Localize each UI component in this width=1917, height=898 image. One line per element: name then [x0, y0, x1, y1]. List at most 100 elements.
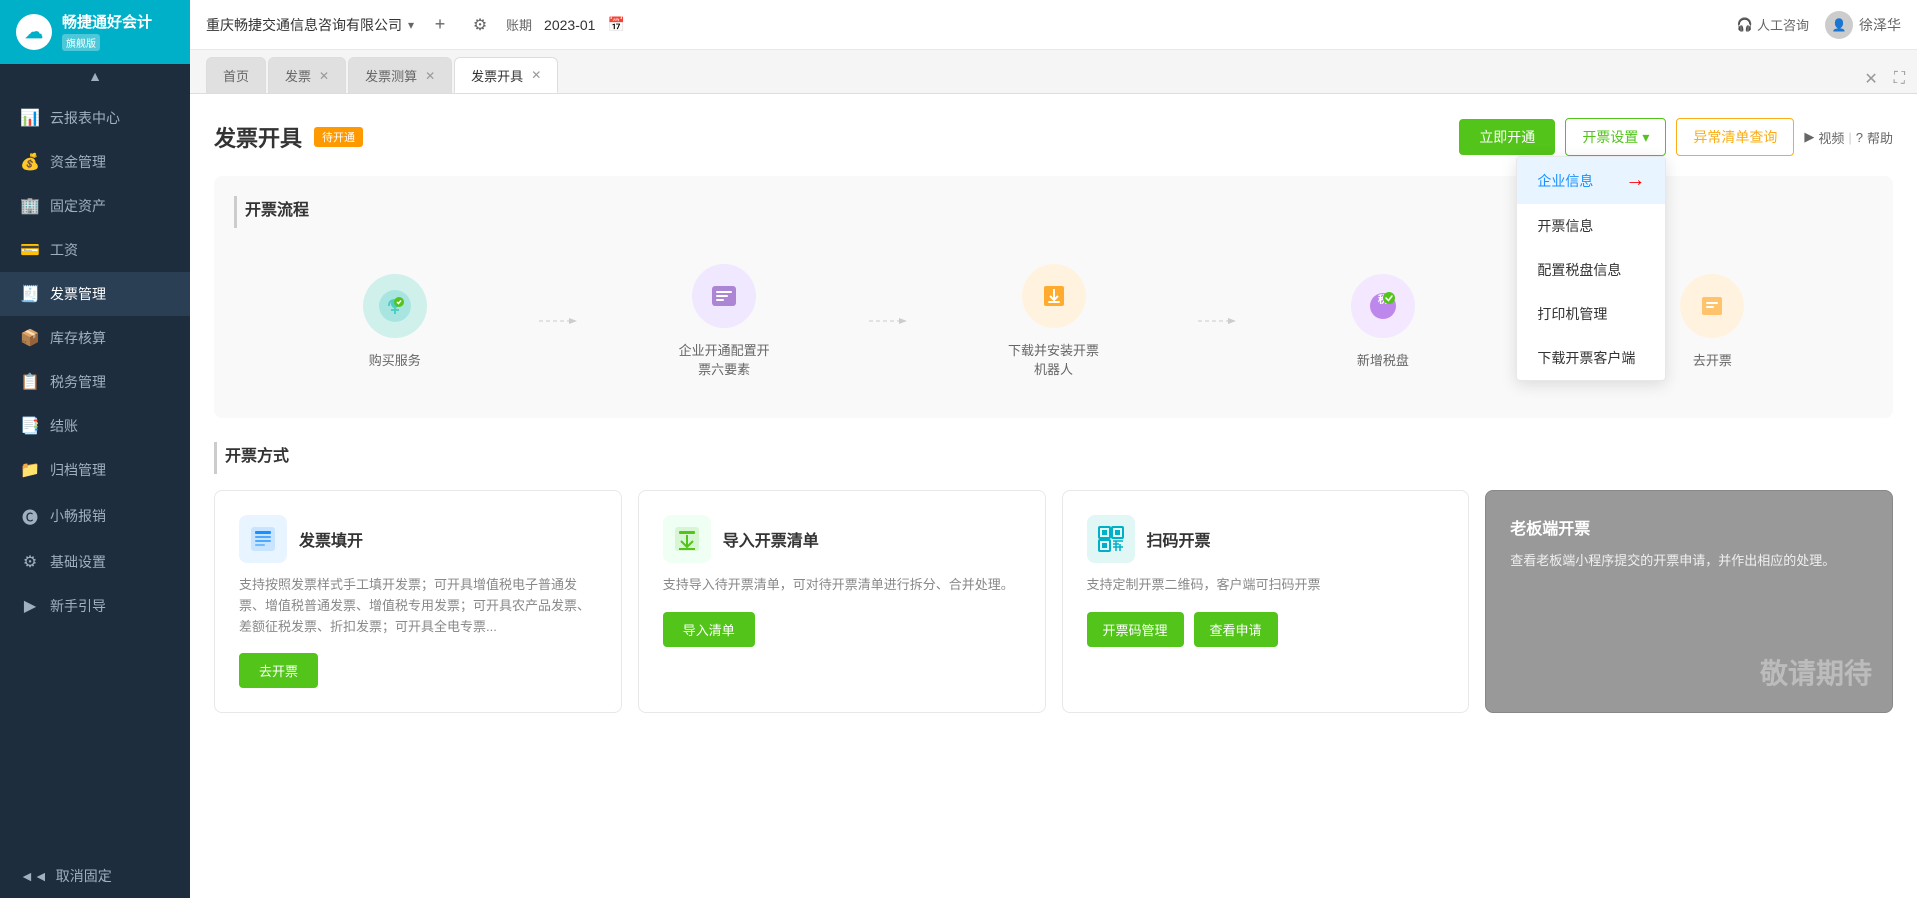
guidang-icon: 📁 [20, 460, 40, 480]
chevron-down-icon: ▾ [1642, 129, 1649, 146]
topbar-settings-button[interactable]: ⚙ [466, 11, 494, 39]
view-apply-button[interactable]: 查看申请 [1194, 612, 1278, 647]
tab-fapiao-cesuan-close[interactable]: ✕ [425, 69, 435, 83]
settings-button[interactable]: 开票设置 ▾ [1565, 118, 1666, 156]
sidebar-nav: 📊 云报表中心 💰 资金管理 🏢 固定资产 💳 工资 🧾 发票管理 📦 [0, 88, 190, 854]
fill-invoice-title: 发票填开 [299, 527, 363, 551]
method-fill-header: 发票填开 [239, 515, 597, 563]
sidebar-item-label: 发票管理 [50, 284, 106, 304]
activate-button[interactable]: 立即开通 [1459, 119, 1555, 155]
method-card-fill: 发票填开 支持按照发票样式手工填开发票；可开具增值税电子普通发票、增值税普通发票… [214, 490, 622, 713]
dropdown-printer-label: 打印机管理 [1537, 306, 1607, 322]
company-selector[interactable]: 重庆畅捷交通信息咨询有限公司 ▾ [206, 15, 414, 35]
process-step-addtax: 税 新增税盘 [1242, 274, 1523, 369]
scan-invoice-title: 扫码开票 [1147, 527, 1211, 551]
dropdown-item-company-info[interactable]: 企业信息 → [1517, 157, 1665, 204]
maximize-button[interactable]: ⛶ [1890, 66, 1909, 92]
sidebar-item-label: 新手引导 [50, 596, 106, 616]
config-label: 企业开通配置开票六要素 [674, 340, 774, 378]
method-boss-header: 老板端开票 [1510, 515, 1868, 539]
tab-fapiao-cesuan-label: 发票测算 [365, 66, 417, 85]
process-step-download: 下载并安装开票机器人 [913, 264, 1194, 378]
dropdown-item-tax-config[interactable]: 配置税盘信息 [1517, 248, 1665, 292]
config-icon [692, 264, 756, 328]
import-invoice-title: 导入开票清单 [723, 527, 819, 551]
methods-section: 开票方式 [214, 442, 1893, 713]
dropdown-item-download-client[interactable]: 下载开票客户端 [1517, 336, 1665, 380]
content-area: 发票开具 待开通 立即开通 开票设置 ▾ 企业信息 → [190, 94, 1917, 898]
logo-icon: ☁ [16, 14, 52, 50]
sidebar-item-gudingzichan[interactable]: 🏢 固定资产 [0, 184, 190, 228]
dropdown-item-invoice-info[interactable]: 开票信息 [1517, 204, 1665, 248]
page-header: 发票开具 待开通 立即开通 开票设置 ▾ 企业信息 → [214, 118, 1893, 156]
tab-fapiao[interactable]: 发票 ✕ [268, 57, 346, 93]
zijin-icon: 💰 [20, 152, 40, 172]
coming-soon-overlay: 敬请期待 [1760, 652, 1872, 692]
method-card-boss: 老板端开票 查看老板端小程序提交的开票申请，并作出相应的处理。 敬请期待 [1485, 490, 1893, 713]
qr-manage-button[interactable]: 开票码管理 [1087, 612, 1184, 647]
import-invoice-button[interactable]: 导入清单 [663, 612, 755, 647]
headset-icon: 🎧 [1737, 17, 1753, 33]
sidebar-item-label: 固定资产 [50, 196, 106, 216]
app-logo: ☁ 畅捷通好会计 旗舰版 [0, 0, 190, 64]
sidebar-item-xinshou[interactable]: ▶ 新手引导 [0, 584, 190, 628]
sidebar-scroll-up[interactable]: ▲ [0, 64, 190, 88]
addtax-label: 新增税盘 [1357, 350, 1409, 369]
sidebar-item-gongzi[interactable]: 💳 工资 [0, 228, 190, 272]
avatar: 👤 [1825, 11, 1853, 39]
abnormal-button[interactable]: 异常清单查询 [1676, 118, 1794, 156]
sidebar-item-label: 归档管理 [50, 460, 106, 480]
tab-fapiao-kaiju[interactable]: 发票开具 ✕ [454, 57, 558, 93]
process-step-buy: 购买服务 [254, 274, 535, 369]
sidebar-item-zijin[interactable]: 💰 资金管理 [0, 140, 190, 184]
tab-fapiao-cesuan[interactable]: 发票测算 ✕ [348, 57, 452, 93]
dropdown-company-info-label: 企业信息 [1537, 171, 1593, 191]
close-button[interactable]: ✕ [1860, 65, 1881, 93]
sidebar-item-label: 基础设置 [50, 552, 106, 572]
question-icon: ? [1856, 130, 1863, 145]
sidebar-item-fapiao[interactable]: 🧾 发票管理 [0, 272, 190, 316]
sidebar-item-jichushezhi[interactable]: ⚙ 基础设置 [0, 540, 190, 584]
gudingzichan-icon: 🏢 [20, 196, 40, 216]
import-invoice-icon [663, 515, 711, 563]
sidebar-item-guidang[interactable]: 📁 归档管理 [0, 448, 190, 492]
process-step-config: 企业开通配置开票六要素 [583, 264, 864, 378]
kucun-icon: 📦 [20, 328, 40, 348]
tab-home[interactable]: 首页 [206, 57, 266, 93]
sidebar-item-kucun[interactable]: 📦 库存核算 [0, 316, 190, 360]
dropdown-invoice-info-label: 开票信息 [1537, 218, 1593, 234]
user-info[interactable]: 👤 徐泽华 [1825, 11, 1901, 39]
cancel-pin-label: 取消固定 [56, 866, 112, 886]
method-card-import: 导入开票清单 支持导入待开票清单，可对待开票清单进行拆分、合并处理。 导入清单 [638, 490, 1046, 713]
consult-label: 人工咨询 [1757, 15, 1809, 34]
invoice-icon [1680, 274, 1744, 338]
jichushezhi-icon: ⚙ [20, 552, 40, 572]
fill-invoice-button[interactable]: 去开票 [239, 653, 318, 688]
consult-button[interactable]: 🎧 人工咨询 [1737, 15, 1809, 34]
sidebar-item-yunbao[interactable]: 📊 云报表中心 [0, 96, 190, 140]
jiezhang-icon: 📑 [20, 416, 40, 436]
xinshou-icon: ▶ [20, 596, 40, 616]
play-icon: ▶ [1804, 129, 1814, 145]
arrow-2 [865, 316, 913, 326]
sidebar-item-jiezhang[interactable]: 📑 结账 [0, 404, 190, 448]
sidebar-item-shuiwu[interactable]: 📋 税务管理 [0, 360, 190, 404]
tab-fapiao-kaiju-close[interactable]: ✕ [531, 68, 541, 82]
company-name: 重庆畅捷交通信息咨询有限公司 [206, 15, 402, 35]
sidebar-item-label: 小畅报销 [50, 506, 106, 526]
dropdown-item-printer[interactable]: 打印机管理 [1517, 292, 1665, 336]
import-invoice-desc: 支持导入待开票清单，可对待开票清单进行拆分、合并处理。 [663, 575, 1021, 596]
page-title: 发票开具 [214, 121, 302, 153]
tab-fapiao-close[interactable]: ✕ [319, 69, 329, 83]
add-company-button[interactable]: + [426, 11, 454, 39]
topbar: 重庆畅捷交通信息咨询有限公司 ▾ + ⚙ 账期 2023-01 📅 🎧 人工咨询… [190, 0, 1917, 50]
dropdown-download-client-label: 下载开票客户端 [1537, 350, 1635, 366]
arrow-1 [535, 316, 583, 326]
sidebar-cancel-pin[interactable]: ◄◄ 取消固定 [0, 854, 190, 898]
boss-invoice-title: 老板端开票 [1510, 515, 1590, 539]
sidebar-item-xiaochang[interactable]: 🅒 小畅报销 [0, 492, 190, 540]
addtax-icon: 税 [1351, 274, 1415, 338]
calendar-icon[interactable]: 📅 [607, 16, 624, 33]
arrow-3 [1194, 316, 1242, 326]
fill-invoice-icon [239, 515, 287, 563]
